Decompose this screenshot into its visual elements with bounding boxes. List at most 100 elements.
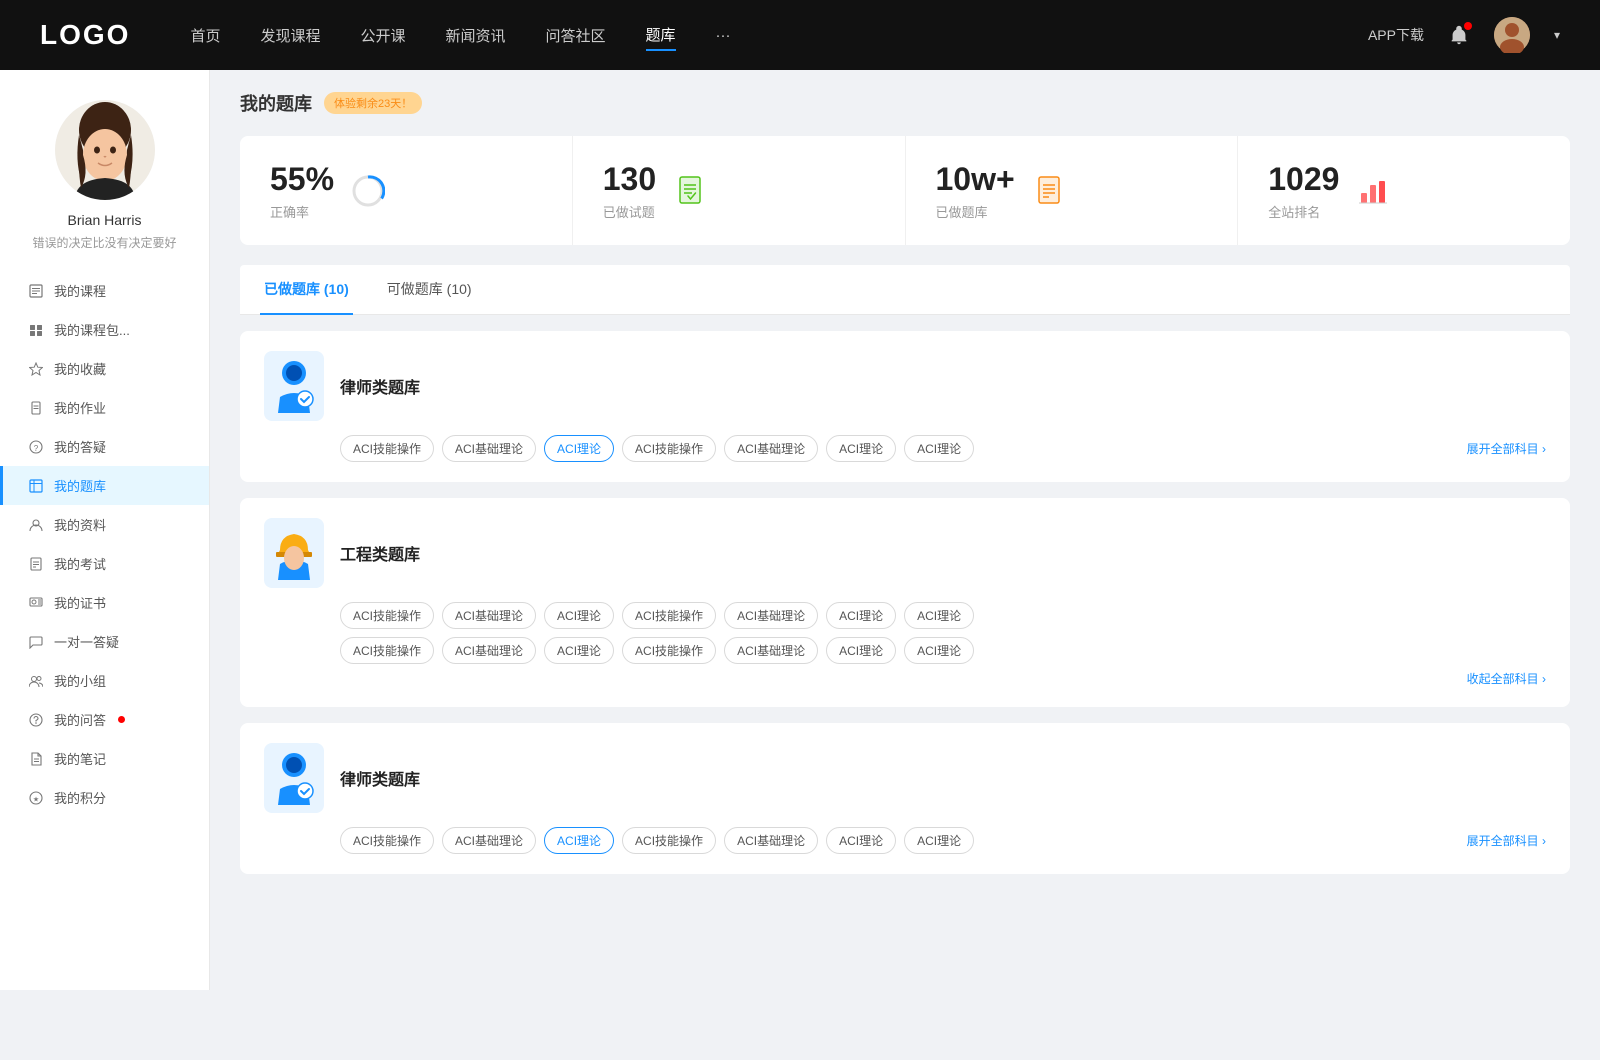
sidebar-item-qa[interactable]: 我的问答: [0, 700, 209, 739]
sidebar-label-one-on-one: 一对一答疑: [54, 632, 119, 651]
points-icon: ★: [28, 790, 44, 806]
tag-lawyer-1[interactable]: ACI基础理论: [442, 435, 536, 462]
sidebar-item-package[interactable]: 我的课程包...: [0, 310, 209, 349]
tag-lawyer-4[interactable]: ACI基础理论: [724, 435, 818, 462]
nav-qa[interactable]: 问答社区: [546, 21, 606, 50]
svg-text:?: ?: [34, 444, 39, 453]
stats-row: 55% 正确率 130 已做试题: [240, 136, 1570, 245]
tag-lawyer-2[interactable]: ACI理论: [544, 435, 614, 462]
tag-eng-6[interactable]: ACI理论: [904, 602, 974, 629]
tag-eng-r2-5[interactable]: ACI理论: [826, 637, 896, 664]
exam-icon: [28, 556, 44, 572]
nav-bank[interactable]: 题库: [646, 20, 676, 51]
bank-icon: [28, 478, 44, 494]
tag-lawyer2-5[interactable]: ACI理论: [826, 827, 896, 854]
engineer-footer: 收起全部科目 ›: [264, 670, 1546, 687]
question-icon: ?: [28, 439, 44, 455]
tag-eng-5[interactable]: ACI理论: [826, 602, 896, 629]
lawyer-icon: [264, 351, 324, 421]
sidebar-label-package: 我的课程包...: [54, 320, 130, 339]
expand-lawyer2[interactable]: 展开全部科目 ›: [1467, 832, 1546, 849]
star-icon: [28, 361, 44, 377]
sidebar-item-homework[interactable]: 我的作业: [0, 388, 209, 427]
sidebar-item-courses[interactable]: 我的课程: [0, 271, 209, 310]
user-menu-chevron[interactable]: ▾: [1554, 28, 1560, 42]
app-download-button[interactable]: APP下载: [1368, 25, 1424, 45]
tag-lawyer2-4[interactable]: ACI基础理论: [724, 827, 818, 854]
collapse-engineer[interactable]: 收起全部科目 ›: [1467, 670, 1546, 687]
bank-tags-lawyer: ACI技能操作 ACI基础理论 ACI理论 ACI技能操作 ACI基础理论 AC…: [340, 435, 1546, 462]
bank-title-engineer: 工程类题库: [340, 541, 420, 565]
logo: LOGO: [40, 19, 130, 51]
sidebar: Brian Harris 错误的决定比没有决定要好 我的课程: [0, 70, 210, 990]
profile-name: Brian Harris: [68, 212, 142, 228]
notification-bell[interactable]: [1444, 20, 1474, 50]
sidebar-item-notes[interactable]: 我的笔记: [0, 739, 209, 778]
tag-lawyer2-2[interactable]: ACI理论: [544, 827, 614, 854]
stat-ranking-text: 1029 全站排名: [1268, 160, 1339, 221]
profile-avatar: [55, 100, 155, 200]
sidebar-item-one-on-one[interactable]: 一对一答疑: [0, 622, 209, 661]
nav-discover[interactable]: 发现课程: [260, 21, 320, 50]
chat-icon: [28, 634, 44, 650]
tabs-row: 已做题库 (10) 可做题库 (10): [240, 265, 1570, 315]
sidebar-item-favorites[interactable]: 我的收藏: [0, 349, 209, 388]
header: LOGO 首页 发现课程 公开课 新闻资讯 问答社区 题库 ··· APP下载 …: [0, 0, 1600, 70]
stat-accuracy-label: 正确率: [270, 202, 334, 221]
lawyer2-icon: [264, 743, 324, 813]
tag-eng-2[interactable]: ACI理论: [544, 602, 614, 629]
bank-card-lawyer2: 律师类题库 ACI技能操作 ACI基础理论 ACI理论 ACI技能操作 ACI基…: [240, 723, 1570, 874]
tag-eng-4[interactable]: ACI基础理论: [724, 602, 818, 629]
doc-orange-icon: [1031, 173, 1067, 209]
tag-eng-r2-4[interactable]: ACI基础理论: [724, 637, 818, 664]
sidebar-label-certificate: 我的证书: [54, 593, 106, 612]
bank-tags-engineer-row1: ACI技能操作 ACI基础理论 ACI理论 ACI技能操作 ACI基础理论 AC…: [340, 602, 1546, 629]
stat-ranking-number: 1029: [1268, 160, 1339, 198]
profile-motto: 错误的决定比没有决定要好: [32, 234, 176, 251]
tag-lawyer2-0[interactable]: ACI技能操作: [340, 827, 434, 854]
sidebar-item-points[interactable]: ★ 我的积分: [0, 778, 209, 817]
page-title: 我的题库: [240, 90, 312, 116]
tag-eng-r2-1[interactable]: ACI基础理论: [442, 637, 536, 664]
tag-lawyer2-3[interactable]: ACI技能操作: [622, 827, 716, 854]
nav-open[interactable]: 公开课: [360, 21, 405, 50]
bank-card-header-lawyer: 律师类题库: [264, 351, 1546, 421]
sidebar-item-bank[interactable]: 我的题库: [0, 466, 209, 505]
doc-green-icon: [672, 173, 708, 209]
tag-lawyer-0[interactable]: ACI技能操作: [340, 435, 434, 462]
tag-eng-0[interactable]: ACI技能操作: [340, 602, 434, 629]
nav-more[interactable]: ···: [716, 23, 731, 48]
tag-eng-1[interactable]: ACI基础理论: [442, 602, 536, 629]
stat-ranking: 1029 全站排名: [1238, 136, 1570, 245]
expand-lawyer[interactable]: 展开全部科目 ›: [1467, 440, 1546, 457]
tag-eng-r2-2[interactable]: ACI理论: [544, 637, 614, 664]
sidebar-label-points: 我的积分: [54, 788, 106, 807]
tab-done-banks[interactable]: 已做题库 (10): [260, 265, 353, 315]
sidebar-item-profile[interactable]: 我的资料: [0, 505, 209, 544]
tag-eng-r2-6[interactable]: ACI理论: [904, 637, 974, 664]
header-right: APP下载 ▾: [1368, 17, 1560, 53]
sidebar-menu: 我的课程 我的课程包...: [0, 271, 209, 817]
tag-lawyer-6[interactable]: ACI理论: [904, 435, 974, 462]
nav-news[interactable]: 新闻资讯: [446, 21, 506, 50]
tag-lawyer2-6[interactable]: ACI理论: [904, 827, 974, 854]
sidebar-label-exam: 我的考试: [54, 554, 106, 573]
sidebar-item-questions[interactable]: ? 我的答疑: [0, 427, 209, 466]
sidebar-label-homework: 我的作业: [54, 398, 106, 417]
sidebar-label-profile: 我的资料: [54, 515, 106, 534]
avatar[interactable]: [1494, 17, 1530, 53]
sidebar-item-group[interactable]: 我的小组: [0, 661, 209, 700]
sidebar-item-exam[interactable]: 我的考试: [0, 544, 209, 583]
engineer-icon: [264, 518, 324, 588]
tag-eng-r2-0[interactable]: ACI技能操作: [340, 637, 434, 664]
tag-eng-r2-3[interactable]: ACI技能操作: [622, 637, 716, 664]
sidebar-label-favorites: 我的收藏: [54, 359, 106, 378]
tab-available-banks[interactable]: 可做题库 (10): [383, 265, 476, 315]
tag-lawyer-5[interactable]: ACI理论: [826, 435, 896, 462]
bank-card-engineer: 工程类题库 ACI技能操作 ACI基础理论 ACI理论 ACI技能操作 ACI基…: [240, 498, 1570, 707]
tag-lawyer-3[interactable]: ACI技能操作: [622, 435, 716, 462]
tag-eng-3[interactable]: ACI技能操作: [622, 602, 716, 629]
sidebar-item-certificate[interactable]: 我的证书: [0, 583, 209, 622]
tag-lawyer2-1[interactable]: ACI基础理论: [442, 827, 536, 854]
nav-home[interactable]: 首页: [190, 21, 220, 50]
